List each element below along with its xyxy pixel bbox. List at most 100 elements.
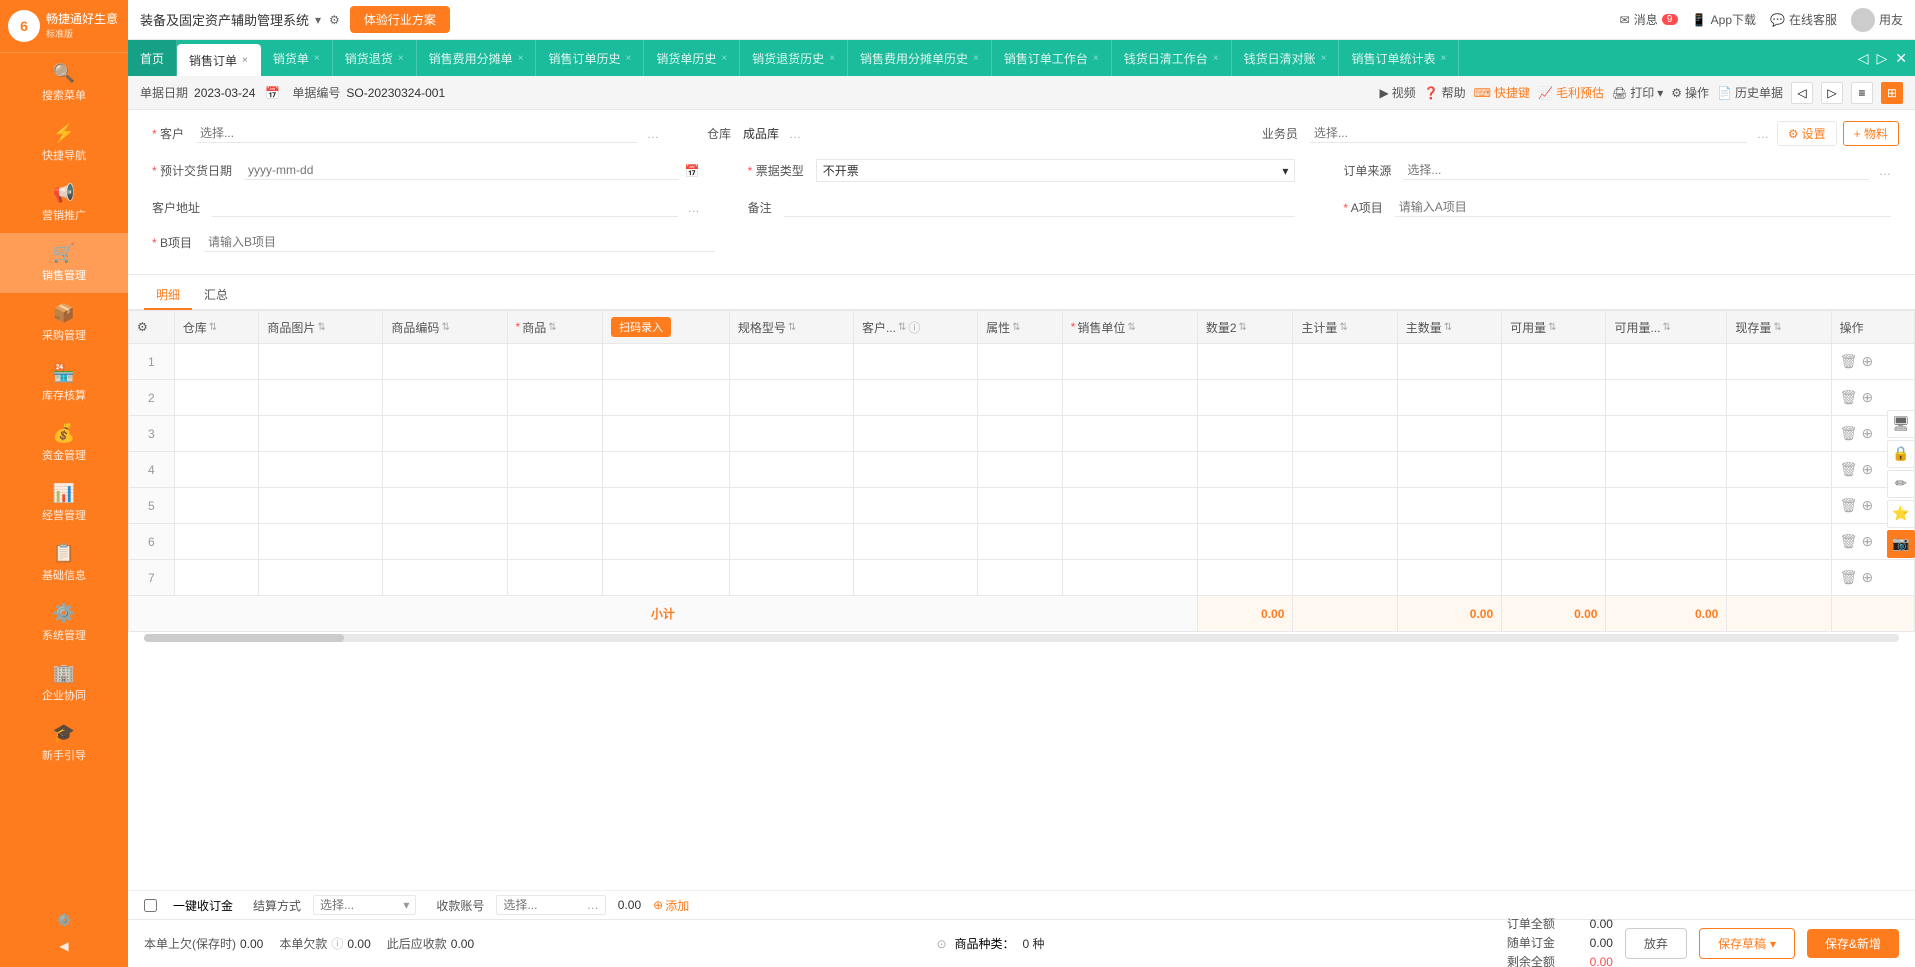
customer-input[interactable] (196, 124, 637, 143)
save-draft-button[interactable]: 保存草稿 ▾ (1699, 928, 1795, 959)
navtab-close-4[interactable]: × (518, 53, 524, 64)
cell-available-2[interactable] (1502, 380, 1606, 416)
cell-code-4[interactable] (383, 452, 507, 488)
sidebar-settings[interactable]: ⚙️ (51, 907, 78, 933)
cell-name-1[interactable] (507, 344, 603, 380)
scan-button[interactable]: 扫码录入 (611, 317, 671, 337)
cell-attribute-2[interactable] (978, 380, 1063, 416)
cell-qty2-5[interactable] (1197, 488, 1293, 524)
cell-stock-1[interactable] (1727, 344, 1831, 380)
operation-btn[interactable]: ⚙ 操作 (1671, 84, 1709, 101)
cell-warehouse-2[interactable] (174, 380, 259, 416)
delete-row-7-btn[interactable]: 🗑 (1840, 569, 1858, 586)
navtab-11[interactable]: 钱货日清对账× (1232, 40, 1340, 76)
cell-customer_code-2[interactable] (853, 380, 977, 416)
cell-qty2-4[interactable] (1197, 452, 1293, 488)
cell-code-7[interactable] (383, 560, 507, 596)
sidebar-item-inventory[interactable]: 🏪库存核算 (0, 353, 128, 413)
sidebar-collapse-btn[interactable]: ◀ (53, 933, 74, 959)
right-panel-btn-5[interactable]: 📷 (1887, 530, 1915, 558)
account-input[interactable] (503, 898, 583, 912)
cell-available2-2[interactable] (1606, 380, 1727, 416)
copy-row-4-btn[interactable]: ⊕ (1861, 461, 1873, 478)
cell-attribute-4[interactable] (978, 452, 1063, 488)
cell-unit-4[interactable] (1062, 452, 1197, 488)
cell-spec-7[interactable] (729, 560, 853, 596)
sidebar-item-quicknav[interactable]: ⚡快捷导航 (0, 113, 128, 173)
cell-main_qty-6[interactable] (1397, 524, 1501, 560)
cell-unit-1[interactable] (1062, 344, 1197, 380)
cell-main_qty-1[interactable] (1397, 344, 1501, 380)
navtab-close-8[interactable]: × (973, 53, 979, 64)
stock-sort-icon[interactable]: ⇅ (1773, 322, 1781, 333)
salesperson-input[interactable] (1310, 124, 1747, 143)
cell-main_unit-4[interactable] (1293, 452, 1397, 488)
cell-warehouse-4[interactable] (174, 452, 259, 488)
delivery-input[interactable] (244, 161, 679, 180)
cell-available2-6[interactable] (1606, 524, 1727, 560)
code-sort-icon[interactable]: ⇅ (441, 322, 449, 333)
cell-main_qty-4[interactable] (1397, 452, 1501, 488)
cell-name-3[interactable] (507, 416, 603, 452)
cell-scan-4[interactable] (603, 452, 730, 488)
cell-scan-1[interactable] (603, 344, 730, 380)
th-settings[interactable]: ⚙ (129, 311, 175, 344)
tab-summary[interactable]: 汇总 (192, 281, 240, 310)
cell-code-2[interactable] (383, 380, 507, 416)
name-sort-icon[interactable]: ⇅ (548, 322, 556, 333)
navtab-12[interactable]: 销售订单统计表× (1339, 40, 1459, 76)
warehouse-sort-icon[interactable]: ⇅ (209, 322, 217, 333)
delete-row-2-btn[interactable]: 🗑 (1840, 389, 1858, 406)
delete-row-5-btn[interactable]: 🗑 (1840, 497, 1858, 514)
customer-code-info-icon[interactable]: ⓘ (908, 319, 920, 336)
right-panel-btn-1[interactable]: 🖥 (1887, 410, 1915, 438)
cell-stock-4[interactable] (1727, 452, 1831, 488)
cell-attribute-3[interactable] (978, 416, 1063, 452)
navtab-1[interactable]: 销售订单× (177, 44, 261, 76)
account-dots[interactable]: … (587, 898, 599, 912)
cell-unit-2[interactable] (1062, 380, 1197, 416)
navtab-7[interactable]: 销货退货历史× (740, 40, 848, 76)
navtab-close-7[interactable]: × (829, 53, 835, 64)
cell-customer_code-4[interactable] (853, 452, 977, 488)
cell-name-5[interactable] (507, 488, 603, 524)
cell-stock-2[interactable] (1727, 380, 1831, 416)
address-dots[interactable]: … (688, 201, 700, 215)
navtab-9[interactable]: 销售订单工作台× (992, 40, 1112, 76)
navtab-8[interactable]: 销售费用分摊单历史× (848, 40, 992, 76)
navtab-close-5[interactable]: × (625, 53, 631, 64)
delete-row-4-btn[interactable]: 🗑 (1840, 461, 1858, 478)
right-panel-btn-4[interactable]: ⭐ (1887, 500, 1915, 528)
copy-row-2-btn[interactable]: ⊕ (1861, 389, 1873, 406)
cell-main_unit-3[interactable] (1293, 416, 1397, 452)
solution-button[interactable]: 体验行业方案 (350, 6, 450, 33)
cell-qty2-2[interactable] (1197, 380, 1293, 416)
cell-qty2-6[interactable] (1197, 524, 1293, 560)
navtab-0[interactable]: 首页 (128, 40, 177, 76)
help-btn[interactable]: ❓ 帮助 (1424, 84, 1466, 101)
cell-main_qty-3[interactable] (1397, 416, 1501, 452)
order-source-input[interactable] (1403, 161, 1869, 180)
account-select[interactable]: … (496, 895, 605, 915)
copy-row-1-btn[interactable]: ⊕ (1861, 353, 1873, 370)
navtabs-prev-arrow[interactable]: ◁ (1854, 48, 1873, 69)
cell-customer_code-3[interactable] (853, 416, 977, 452)
sidebar-item-marketing[interactable]: 📢营销推广 (0, 173, 128, 233)
sidebar-item-purchase[interactable]: 📦采购管理 (0, 293, 128, 353)
cell-customer_code-6[interactable] (853, 524, 977, 560)
topbar-settings-icon[interactable]: ⚙ (329, 13, 340, 27)
view-video-btn[interactable]: ▶ 视频 (1379, 84, 1415, 101)
customer-code-sort-icon[interactable]: ⇅ (898, 322, 906, 333)
unit-sort-icon[interactable]: ⇅ (1127, 322, 1135, 333)
cell-available2-3[interactable] (1606, 416, 1727, 452)
cell-available-4[interactable] (1502, 452, 1606, 488)
cell-attribute-6[interactable] (978, 524, 1063, 560)
cell-image-6[interactable] (259, 524, 383, 560)
cell-image-2[interactable] (259, 380, 383, 416)
warehouse-dots[interactable]: … (789, 127, 801, 141)
cell-scan-5[interactable] (603, 488, 730, 524)
sidebar-item-finance[interactable]: 💰资金管理 (0, 413, 128, 473)
cell-name-6[interactable] (507, 524, 603, 560)
cell-name-2[interactable] (507, 380, 603, 416)
cell-spec-4[interactable] (729, 452, 853, 488)
